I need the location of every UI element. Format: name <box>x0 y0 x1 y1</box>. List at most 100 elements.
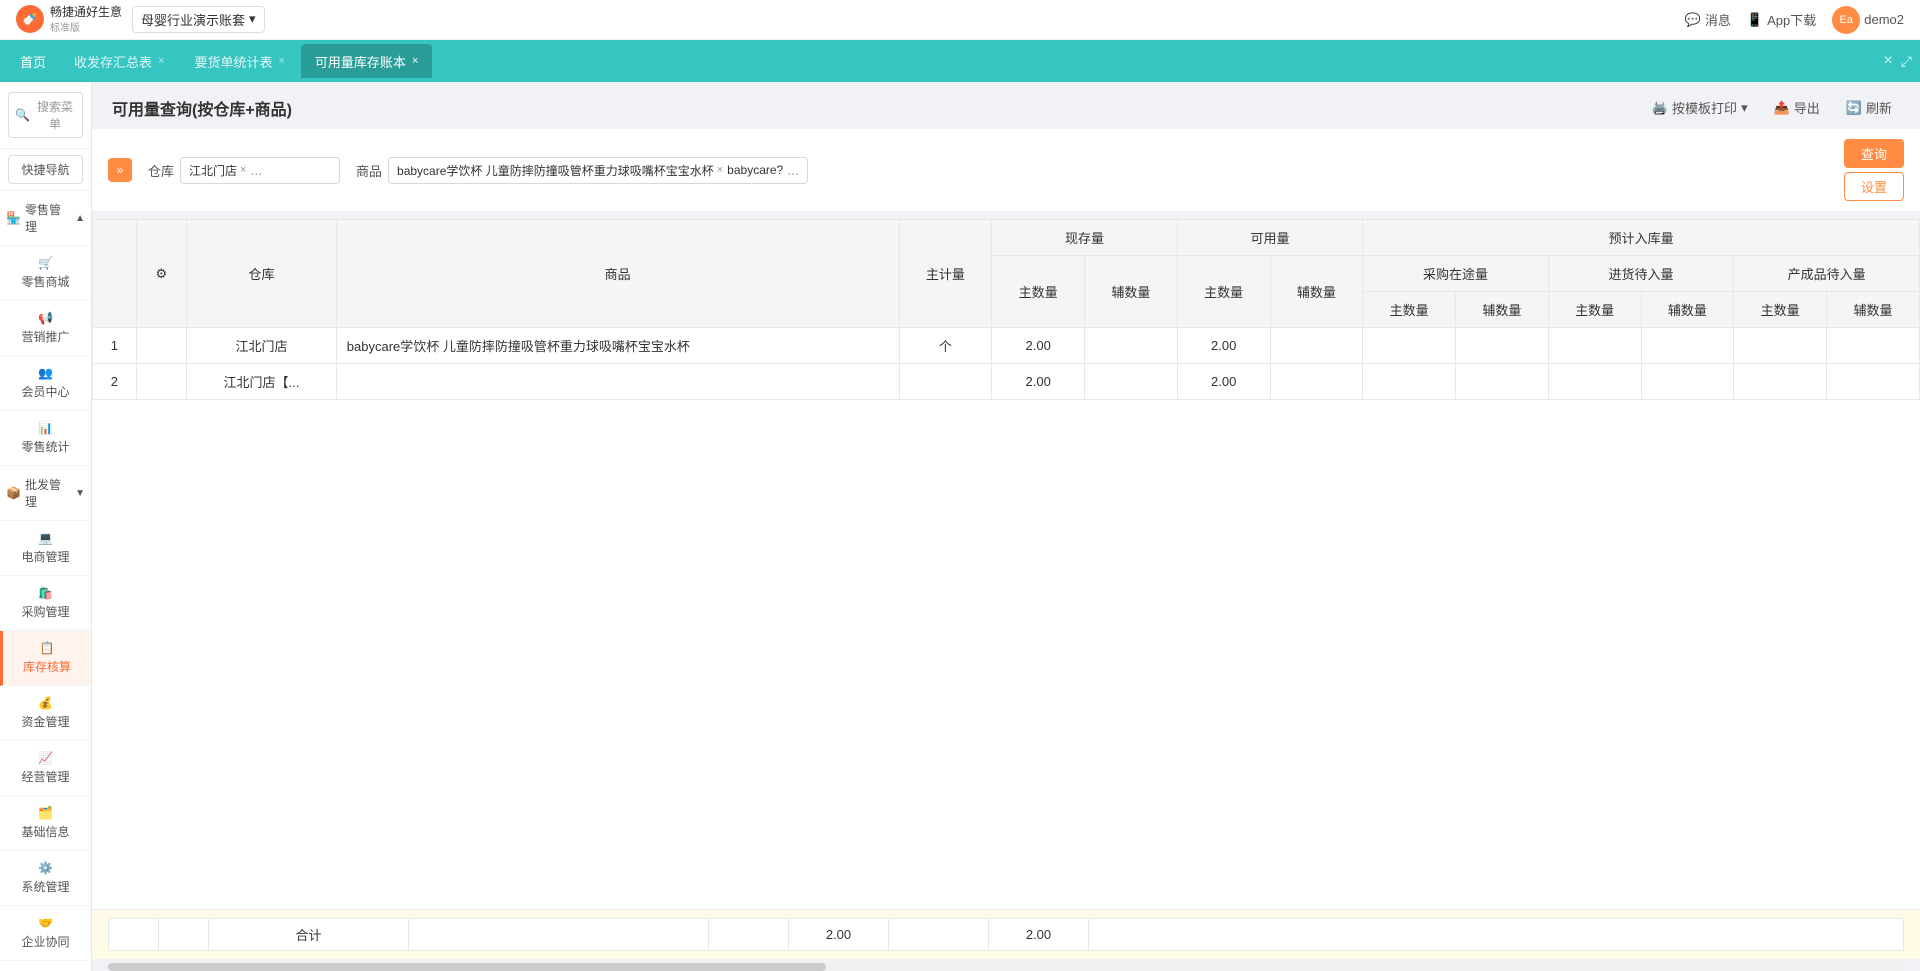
cell-stock-aux <box>1085 364 1178 400</box>
sidebar-item-zero-retail-label: 零售管理 <box>25 201 71 235</box>
user-item[interactable]: Ea demo2 <box>1832 6 1904 34</box>
logo-area: 🍼 畅捷通好生意 标准版 <box>16 5 122 34</box>
cell-warehouse: 江北门店 <box>187 328 337 364</box>
cell-avail-aux <box>1270 364 1363 400</box>
sidebar-item-operation[interactable]: 📈 经营管理 <box>0 741 91 796</box>
product-tag-1-delete[interactable]: × <box>717 164 723 176</box>
wholesale-icon: 📦 <box>6 486 21 500</box>
sidebar-item-retail-stat[interactable]: 📊 零售统计 <box>0 411 91 466</box>
sidebar-item-finance[interactable]: 💰 资金管理 <box>0 686 91 741</box>
sidebar-item-system[interactable]: ⚙️ 系统管理 <box>0 851 91 906</box>
chevron-down-icon: ▾ <box>249 11 256 27</box>
export-button[interactable]: 📤 导出 <box>1766 94 1828 121</box>
cell-prod-aux <box>1827 364 1920 400</box>
tab-available-inventory[interactable]: 可用量库存账本 × <box>301 44 432 78</box>
refresh-button[interactable]: 🔄 刷新 <box>1838 94 1900 121</box>
summary-unit-empty <box>709 919 789 951</box>
product-tag-1-value: babycare学饮杯 儿童防摔防撞吸管杯重力球吸嘴杯宝宝水杯 <box>397 162 714 179</box>
warehouse-input[interactable]: 江北门店 × ... <box>180 157 340 184</box>
app-download-item[interactable]: 📱 App下载 <box>1747 10 1816 29</box>
app-label: App下载 <box>1767 10 1816 29</box>
sidebar-item-ecommerce[interactable]: 💻 电商管理 <box>0 521 91 576</box>
tab-available-close[interactable]: × <box>412 55 418 67</box>
cell-product <box>336 364 899 400</box>
tab-receivable-label: 收发存汇总表 <box>74 52 152 71</box>
store-selector[interactable]: 母婴行业演示账套 ▾ <box>132 6 265 33</box>
sidebar-item-guide[interactable]: 🎯 新手引导 <box>0 961 91 971</box>
sidebar-item-online-shop[interactable]: 🛒 零售商城 <box>0 246 91 301</box>
tab-receivable-summary[interactable]: 收发存汇总表 × <box>60 44 178 78</box>
search-label: 搜索菜单 <box>34 98 76 132</box>
th-incoming-main: 主数量 <box>1548 292 1641 328</box>
inventory-table: ⚙ 仓库 商品 主计量 现存量 可用量 预计入库量 主数量 辅数量 主数量 辅数… <box>92 219 1920 400</box>
summary-bar: 合计 2.00 2.00 <box>92 909 1920 959</box>
message-icon: 💬 <box>1685 12 1701 28</box>
logo-icon: 🍼 <box>16 5 44 33</box>
sidebar-item-marketing[interactable]: 📢 营销推广 <box>0 301 91 356</box>
window-expand-button[interactable]: ⤢ <box>1901 53 1912 70</box>
system-icon: ⚙️ <box>38 861 53 875</box>
sidebar-item-wholesale-label: 批发管理 <box>25 476 71 510</box>
th-purchase-main: 主数量 <box>1363 292 1456 328</box>
settings-button[interactable]: 设置 <box>1844 172 1904 201</box>
scrollbar-thumb[interactable] <box>108 963 826 971</box>
tab-order-label: 要货单统计表 <box>194 52 272 71</box>
content-area: 可用量查询(按仓库+商品) 🖨️ 按模板打印 ▾ 📤 导出 🔄 刷新 <box>92 82 1920 971</box>
zero-retail-arrow: ▲ <box>75 213 85 224</box>
search-menu-button[interactable]: 🔍 搜索菜单 <box>8 92 83 138</box>
cell-product: babycare学饮杯 儿童防摔防撞吸管杯重力球吸嘴杯宝宝水杯 <box>336 328 899 364</box>
sidebar-item-inventory[interactable]: 📋 库存核算 <box>0 631 91 686</box>
message-item[interactable]: 💬 消息 <box>1685 10 1731 29</box>
template-print-label: 按模板打印 <box>1672 98 1737 117</box>
sidebar-item-operation-label: 经营管理 <box>21 768 69 785</box>
cell-avail-aux <box>1270 328 1363 364</box>
th-settings[interactable]: ⚙ <box>136 220 186 328</box>
th-avail-aux: 辅数量 <box>1270 256 1363 328</box>
sidebar-item-zero-retail[interactable]: 🏪 零售管理 ▲ <box>0 191 91 246</box>
bottom-scrollbar[interactable] <box>108 963 1904 971</box>
cell-incoming-main <box>1548 364 1641 400</box>
logo-text: 畅捷通好生意 <box>50 5 122 19</box>
cell-purchase-main <box>1363 328 1456 364</box>
warehouse-filter: 仓库 江北门店 × ... <box>148 157 340 184</box>
warehouse-tag: 江北门店 × <box>189 162 246 179</box>
summary-label: 合计 <box>209 919 409 951</box>
basic-icon: 🗂️ <box>38 806 53 820</box>
cell-unit: 个 <box>899 328 992 364</box>
cell-purchase-aux <box>1456 364 1549 400</box>
template-print-button[interactable]: 🖨️ 按模板打印 ▾ <box>1644 94 1756 121</box>
tab-order-stats[interactable]: 要货单统计表 × <box>180 44 298 78</box>
th-stock-group: 现存量 <box>992 220 1178 256</box>
warehouse-dots: ... <box>250 162 262 178</box>
sidebar-item-member-label: 会员中心 <box>21 383 69 400</box>
sidebar-item-marketing-label: 营销推广 <box>21 328 69 345</box>
product-input[interactable]: babycare学饮杯 儿童防摔防撞吸管杯重力球吸嘴杯宝宝水杯 × babyca… <box>388 157 808 184</box>
tab-order-close[interactable]: × <box>278 55 284 67</box>
quick-nav-button[interactable]: 快捷导航 <box>8 155 83 184</box>
summary-stock-aux <box>889 919 989 951</box>
tab-receivable-close[interactable]: × <box>158 55 164 67</box>
quick-nav-label: 快捷导航 <box>21 163 69 177</box>
sidebar-item-purchase-label: 采购管理 <box>21 603 69 620</box>
warehouse-tag-delete[interactable]: × <box>240 164 246 176</box>
th-purchase-aux: 辅数量 <box>1456 292 1549 328</box>
th-stock-aux: 辅数量 <box>1085 256 1178 328</box>
sidebar-item-wholesale[interactable]: 📦 批发管理 ▼ <box>0 466 91 521</box>
print-icon: 🖨️ <box>1652 100 1668 116</box>
table-container: ⚙ 仓库 商品 主计量 现存量 可用量 预计入库量 主数量 辅数量 主数量 辅数… <box>92 219 1920 909</box>
tab-home[interactable]: 首页 <box>8 52 58 71</box>
sidebar-item-basic[interactable]: 🗂️ 基础信息 <box>0 796 91 851</box>
avatar: Ea <box>1832 6 1860 34</box>
quick-nav-area: 快捷导航 <box>0 149 91 191</box>
window-close-button[interactable]: × <box>1883 52 1892 70</box>
filter-toggle-button[interactable]: » <box>108 158 132 182</box>
sidebar-item-purchase[interactable]: 🛍️ 采购管理 <box>0 576 91 631</box>
cell-prod-main <box>1734 328 1827 364</box>
query-button[interactable]: 查询 <box>1844 139 1904 168</box>
sidebar-item-inventory-label: 库存核算 <box>23 658 71 675</box>
product-tag-2: babycare? <box>727 163 783 177</box>
filter-row: » 仓库 江北门店 × ... 商品 babycare学饮杯 儿童防摔防撞吸管杯… <box>92 129 1920 211</box>
sidebar-item-enterprise[interactable]: 🤝 企业协同 <box>0 906 91 961</box>
product-tag-2-value: babycare? <box>727 163 783 177</box>
sidebar-item-member[interactable]: 👥 会员中心 <box>0 356 91 411</box>
